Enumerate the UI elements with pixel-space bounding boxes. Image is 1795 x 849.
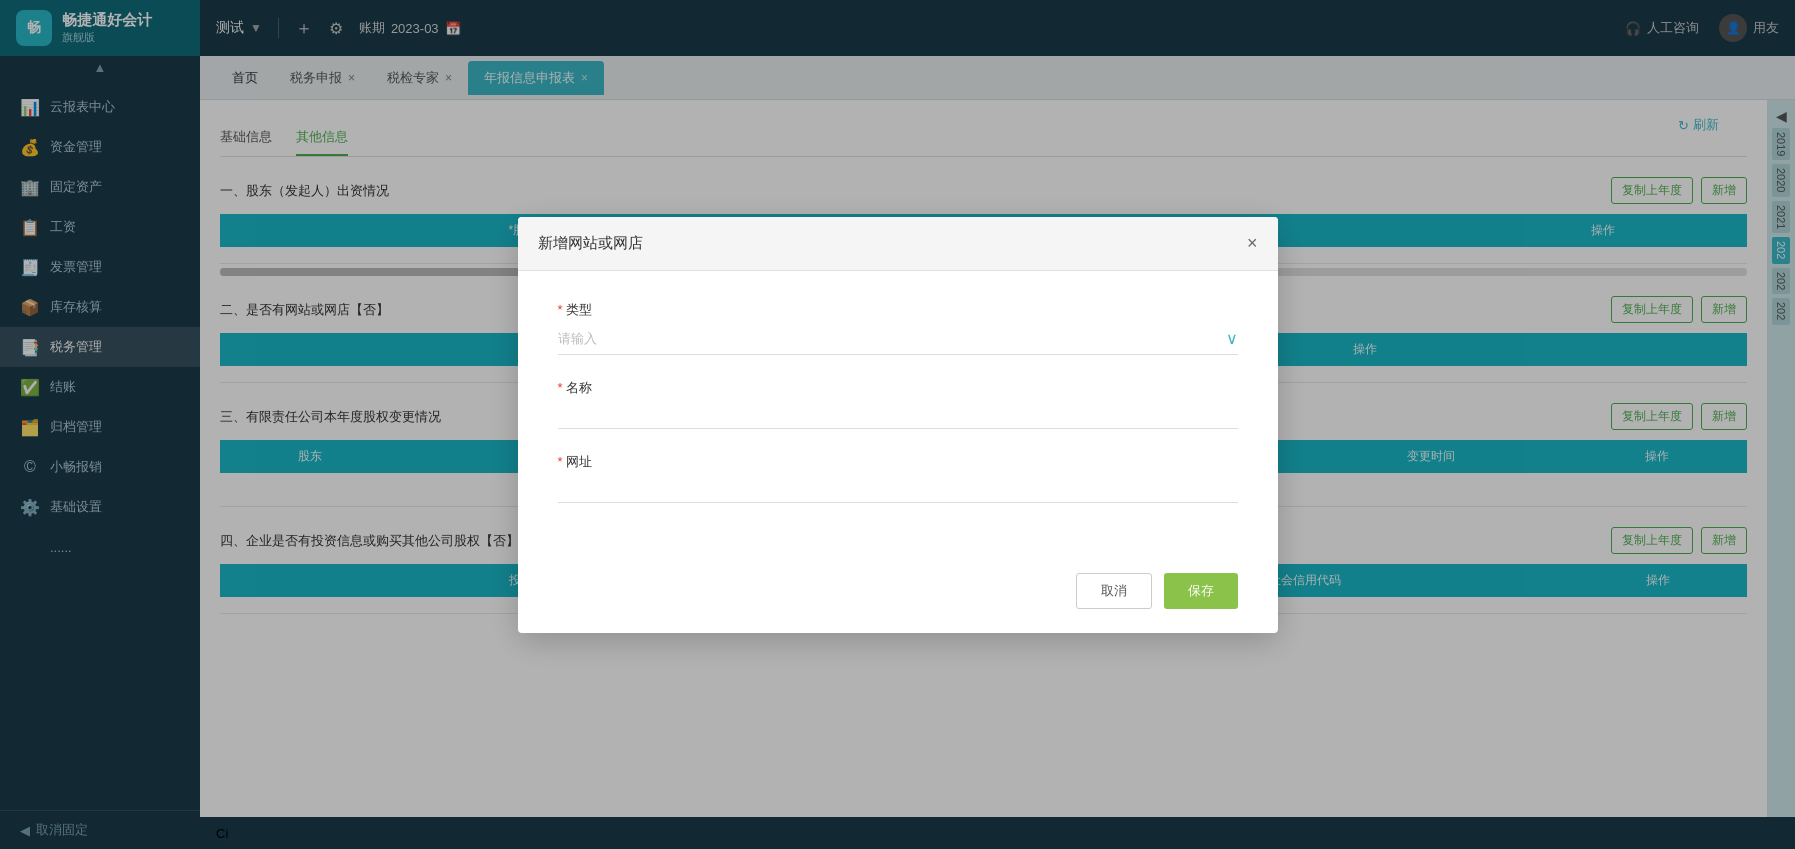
name-control [558, 401, 1238, 429]
form-row-type: * 类型 ∨ [558, 301, 1238, 355]
type-dropdown-icon[interactable]: ∨ [1226, 329, 1238, 348]
save-button[interactable]: 保存 [1164, 573, 1238, 609]
url-control [558, 475, 1238, 503]
form-row-url: * 网址 [558, 453, 1238, 503]
type-control: ∨ [558, 323, 1238, 355]
form-row-name: * 名称 [558, 379, 1238, 429]
dialog-close-button[interactable]: × [1247, 233, 1258, 254]
url-label: 网址 [566, 454, 592, 469]
dialog-footer: 取消 保存 [518, 557, 1278, 633]
type-required-star: * [558, 302, 563, 317]
type-label: 类型 [566, 302, 592, 317]
type-input[interactable] [558, 331, 1226, 346]
url-input[interactable] [558, 481, 1238, 496]
dialog: 新增网站或网店 × * 类型 ∨ * 名称 [518, 217, 1278, 633]
name-input[interactable] [558, 407, 1238, 422]
name-required-star: * [558, 380, 563, 395]
dialog-title: 新增网站或网店 [538, 234, 643, 253]
dialog-header: 新增网站或网店 × [518, 217, 1278, 271]
url-required-star: * [558, 454, 563, 469]
dialog-overlay: 新增网站或网店 × * 类型 ∨ * 名称 [0, 0, 1795, 849]
dialog-body: * 类型 ∨ * 名称 * 网址 [518, 271, 1278, 557]
name-label: 名称 [566, 380, 592, 395]
cancel-button[interactable]: 取消 [1076, 573, 1152, 609]
